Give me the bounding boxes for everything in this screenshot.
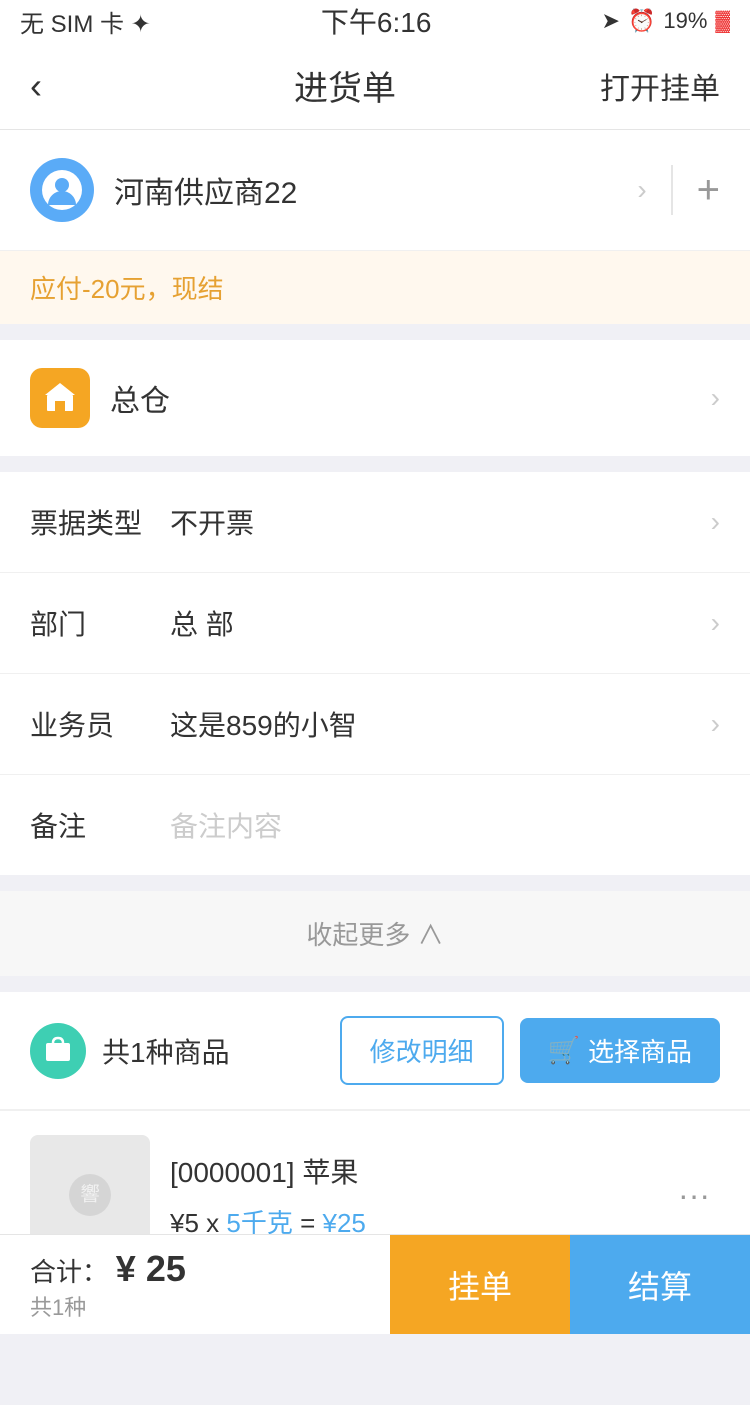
add-supplier-button[interactable]: +	[697, 168, 720, 213]
subtotal: ¥25	[323, 1208, 366, 1238]
invoice-type-label: 票据类型	[30, 502, 150, 542]
supplier-avatar	[30, 158, 94, 222]
unit-price: ¥5	[170, 1208, 199, 1238]
dept-value: 总 部	[150, 603, 701, 643]
invoice-chevron-icon: ›	[711, 506, 720, 538]
products-header: 共1种商品 修改明细 🛒 选择商品	[0, 992, 750, 1110]
salesperson-chevron-icon: ›	[711, 708, 720, 740]
salesperson-value: 这是859的小智	[150, 704, 701, 744]
total-amount: ¥ 25	[116, 1248, 186, 1289]
svg-text:響: 響	[80, 1184, 100, 1206]
product-info: [0000001] 苹果 ¥5 x 5千克 = ¥25	[170, 1151, 668, 1240]
product-name: [0000001] 苹果	[170, 1151, 668, 1191]
alarm-icon: ⏰	[628, 8, 655, 34]
status-left: 无 SIM 卡 ✦	[20, 4, 151, 39]
multiply-sign: x	[206, 1208, 226, 1238]
status-time: 下午6:16	[321, 1, 432, 41]
supplier-chevron-icon: ›	[637, 174, 646, 206]
checkout-button[interactable]: 结算	[570, 1235, 750, 1334]
back-button[interactable]: ‹	[30, 65, 90, 107]
salesperson-label: 业务员	[30, 704, 150, 744]
total-label: 合计：	[30, 1257, 108, 1287]
products-icon	[30, 1023, 86, 1079]
battery-text: 19%	[663, 8, 707, 34]
dept-chevron-icon: ›	[711, 607, 720, 639]
battery-icon: ▓	[715, 10, 730, 33]
warehouse-row[interactable]: 总仓 ›	[0, 340, 750, 456]
equals-sign: =	[300, 1208, 322, 1238]
collapse-row[interactable]: 收起更多 ∧	[0, 891, 750, 976]
product-code: [0000001]	[170, 1157, 295, 1188]
page-title: 进货单	[294, 61, 396, 110]
edit-detail-button[interactable]: 修改明细	[340, 1016, 504, 1085]
total-count: 共1种	[30, 1290, 360, 1322]
location-icon: ➤	[602, 8, 620, 34]
remark-row[interactable]: 备注 备注内容	[0, 775, 750, 875]
invoice-type-value: 不开票	[150, 502, 701, 542]
remark-label: 备注	[30, 805, 150, 845]
invoice-type-row[interactable]: 票据类型 不开票 ›	[0, 472, 750, 573]
supplier-name: 河南供应商22	[114, 168, 627, 212]
warehouse-chevron-icon: ›	[711, 382, 720, 414]
dept-label: 部门	[30, 603, 150, 643]
products-count: 共1种商品	[102, 1031, 340, 1071]
supplier-row[interactable]: 河南供应商22 › +	[0, 130, 750, 251]
supplier-section: 河南供应商22 › + 应付-20元，现结	[0, 130, 750, 324]
warehouse-section: 总仓 ›	[0, 340, 750, 456]
select-product-button[interactable]: 🛒 选择商品	[520, 1018, 720, 1083]
salesperson-row[interactable]: 业务员 这是859的小智 ›	[0, 674, 750, 775]
status-right: ➤ ⏰ 19% ▓	[602, 8, 730, 34]
nav-bar: ‹ 进货单 打开挂单	[0, 42, 750, 130]
payment-hint: 应付-20元，现结	[0, 251, 750, 324]
hold-button[interactable]: 挂单	[390, 1235, 570, 1334]
warehouse-icon	[30, 368, 90, 428]
remark-input[interactable]: 备注内容	[150, 805, 720, 845]
cart-icon: 🛒	[548, 1035, 580, 1066]
bottom-bar: 合计： ¥ 25 共1种 挂单 结算	[0, 1234, 750, 1334]
open-pending-button[interactable]: 打开挂单	[600, 64, 720, 108]
total-row: 合计： ¥ 25	[30, 1248, 360, 1290]
dept-row[interactable]: 部门 总 部 ›	[0, 573, 750, 674]
form-section: 票据类型 不开票 › 部门 总 部 › 业务员 这是859的小智 › 备注 备注…	[0, 472, 750, 875]
warehouse-name: 总仓	[110, 376, 701, 420]
quantity: 5千克	[226, 1208, 292, 1238]
divider	[671, 165, 673, 215]
product-menu-button[interactable]: ···	[668, 1177, 720, 1214]
status-bar: 无 SIM 卡 ✦ 下午6:16 ➤ ⏰ 19% ▓	[0, 0, 750, 42]
product-title: 苹果	[302, 1157, 358, 1188]
sim-text: 无 SIM 卡 ✦	[20, 4, 151, 39]
total-area: 合计： ¥ 25 共1种	[0, 1248, 390, 1322]
